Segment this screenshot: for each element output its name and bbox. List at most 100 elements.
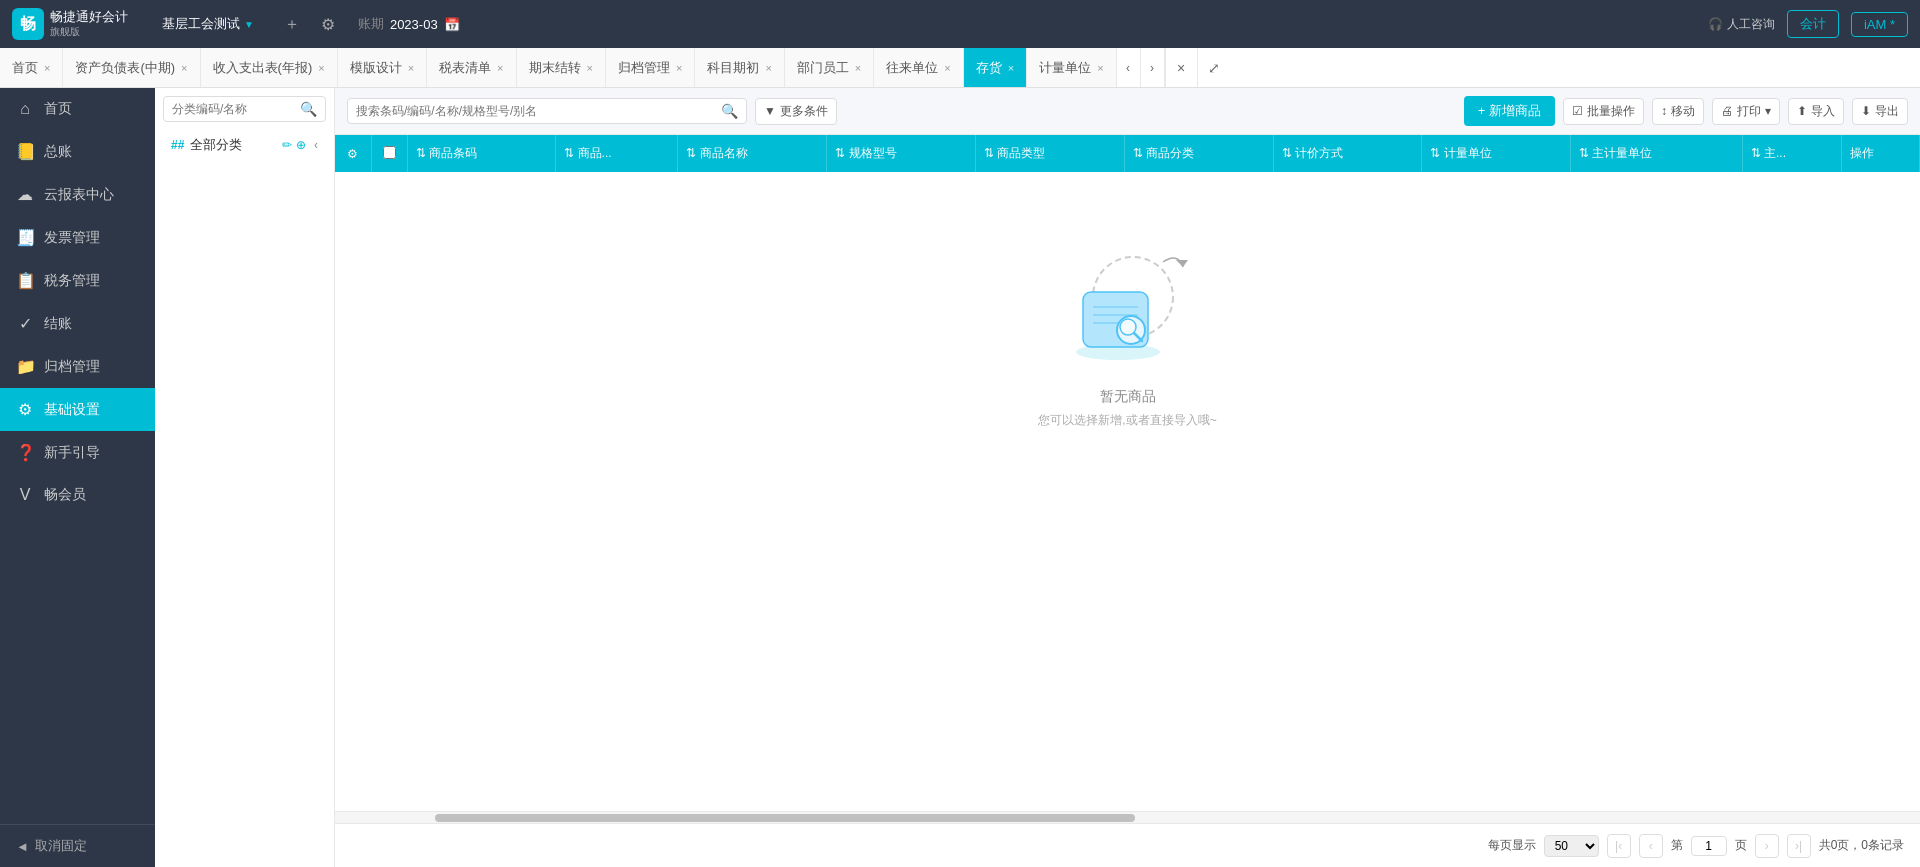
iam-label: iAM * [1864, 17, 1895, 32]
tab-expand-button[interactable]: ⤢ [1198, 48, 1230, 88]
col-action-label: 操作 [1850, 146, 1874, 160]
tab-home-close-icon[interactable]: × [44, 62, 50, 74]
tab-scroll-right-button[interactable]: › [1141, 48, 1165, 88]
tab-unit-close-icon[interactable]: × [1097, 62, 1103, 74]
sidebar-item-tax[interactable]: 📋 税务管理 [0, 259, 155, 302]
tab-home[interactable]: 首页 × [0, 48, 63, 88]
tab-subject-close-icon[interactable]: × [765, 62, 771, 74]
export-button[interactable]: ⬇ 导出 [1852, 98, 1908, 125]
company-selector[interactable]: 基层工会测试 ▼ [154, 11, 262, 37]
pricing-sort-icon: ⇅ [1282, 146, 1292, 160]
member-icon: V [16, 486, 34, 504]
tab-template[interactable]: 模版设计 × [338, 48, 427, 88]
col-settings-header[interactable]: ⚙ [335, 135, 371, 172]
sidebar-item-member[interactable]: V 畅会员 [0, 474, 155, 516]
next-page-button[interactable]: › [1755, 834, 1779, 858]
prev-page-button[interactable]: ‹ [1639, 834, 1663, 858]
category-edit-icon[interactable]: ✏ [282, 138, 292, 152]
category-search-input[interactable] [172, 102, 296, 116]
move-button[interactable]: ↕ 移动 [1652, 98, 1704, 125]
tab-department-close-icon[interactable]: × [855, 62, 861, 74]
tab-scroll-left-button[interactable]: ‹ [1117, 48, 1141, 88]
per-page-select[interactable]: 50 100 200 [1544, 835, 1599, 857]
customer-service-button[interactable]: 🎧 人工咨询 [1708, 16, 1775, 33]
tab-archive-close-icon[interactable]: × [676, 62, 682, 74]
more-filter-button[interactable]: ▼ 更多条件 [755, 98, 837, 125]
category-collapse-icon[interactable]: ‹ [314, 138, 318, 152]
top-bar: 畅 畅捷通好会计 旗舰版 基层工会测试 ▼ ＋ ⚙ 账期 2023-03 📅 🎧… [0, 0, 1920, 48]
col-barcode-header[interactable]: ⇅ 商品条码 [407, 135, 556, 172]
settings-icon[interactable]: ⚙ [314, 10, 342, 38]
tab-inventory-close-icon[interactable]: × [1008, 62, 1014, 74]
import-button[interactable]: ⬆ 导入 [1788, 98, 1844, 125]
category-sort-icon: ⇅ [1133, 146, 1143, 160]
tab-unit[interactable]: 计量单位 × [1027, 48, 1116, 88]
add-tab-button[interactable]: ＋ [278, 10, 306, 38]
unit-sort-icon: ⇅ [1430, 146, 1440, 160]
tab-taxclear-close-icon[interactable]: × [497, 62, 503, 74]
sidebar-item-home[interactable]: ⌂ 首页 [0, 88, 155, 130]
sidebar-item-ledger[interactable]: 📒 总账 [0, 130, 155, 173]
sidebar-item-guide[interactable]: ❓ 新手引导 [0, 431, 155, 474]
col-type-label: 商品类型 [997, 146, 1045, 160]
unpin-icon: ◄ [16, 839, 29, 854]
batch-operation-button[interactable]: ☑ 批量操作 [1563, 98, 1644, 125]
col-main-unit-header[interactable]: ⇅ 主计量单位 [1571, 135, 1743, 172]
tab-partner-close-icon[interactable]: × [944, 62, 950, 74]
select-all-checkbox[interactable] [383, 146, 396, 159]
col-spec-header[interactable]: ⇅ 规格型号 [827, 135, 976, 172]
tab-balance[interactable]: 资产负债表(中期) × [63, 48, 200, 88]
import-icon: ⬆ [1797, 104, 1807, 118]
headset-icon: 🎧 [1708, 17, 1723, 31]
col-pricing-label: 计价方式 [1295, 146, 1343, 160]
tab-archive[interactable]: 归档管理 × [606, 48, 695, 88]
first-page-button[interactable]: |‹ [1607, 834, 1631, 858]
sidebar-item-reports[interactable]: ☁ 云报表中心 [0, 173, 155, 216]
new-product-button[interactable]: + 新增商品 [1464, 96, 1555, 126]
sidebar-item-archive[interactable]: 📁 归档管理 [0, 345, 155, 388]
sidebar-item-settings[interactable]: ⚙ 基础设置 [0, 388, 155, 431]
tab-periodend[interactable]: 期末结转 × [517, 48, 606, 88]
tab-income[interactable]: 收入支出表(年报) × [201, 48, 338, 88]
period-value: 2023-03 [390, 17, 438, 32]
tab-close-all-button[interactable]: × [1166, 48, 1198, 88]
top-right: 🎧 人工咨询 会计 iAM * [1708, 10, 1908, 38]
page-number-input[interactable] [1691, 836, 1727, 856]
col-pricing-header[interactable]: ⇅ 计价方式 [1273, 135, 1422, 172]
horizontal-scrollbar[interactable] [335, 811, 1920, 823]
col-type-header[interactable]: ⇅ 商品类型 [976, 135, 1125, 172]
col-unit-header[interactable]: ⇅ 计量单位 [1422, 135, 1571, 172]
name-sort-icon: ⇅ [686, 146, 696, 160]
col-category-header[interactable]: ⇅ 商品分类 [1124, 135, 1273, 172]
product-search-input[interactable] [356, 104, 717, 118]
tab-department[interactable]: 部门员工 × [785, 48, 874, 88]
col-code-header[interactable]: ⇅ 商品... [556, 135, 678, 172]
product-search-icon[interactable]: 🔍 [721, 103, 738, 119]
tab-subject[interactable]: 科目期初 × [695, 48, 784, 88]
tab-inventory[interactable]: 存货 × [964, 48, 1027, 88]
sidebar-item-close[interactable]: ✓ 结账 [0, 302, 155, 345]
category-add-icon[interactable]: ⊕ [296, 138, 306, 152]
category-all-item[interactable]: ## 全部分类 ✏ ⊕ ‹ [163, 130, 326, 160]
tab-taxclear[interactable]: 税表清单 × [427, 48, 516, 88]
tab-bar: 首页 × 资产负债表(中期) × 收入支出表(年报) × 模版设计 × 税表清单… [0, 48, 1920, 88]
sidebar-item-invoice[interactable]: 🧾 发票管理 [0, 216, 155, 259]
account-button[interactable]: 会计 [1787, 10, 1839, 38]
sidebar-unpin-button[interactable]: ◄ 取消固定 [0, 824, 155, 867]
col-name-header[interactable]: ⇅ 商品名称 [678, 135, 827, 172]
tab-balance-close-icon[interactable]: × [181, 62, 187, 74]
move-label: 移动 [1671, 103, 1695, 120]
scrollbar-thumb[interactable] [435, 814, 1135, 822]
last-page-button[interactable]: ›| [1787, 834, 1811, 858]
calendar-icon[interactable]: 📅 [444, 17, 460, 32]
col-extra-header[interactable]: ⇅ 主... [1742, 135, 1841, 172]
tab-periodend-close-icon[interactable]: × [587, 62, 593, 74]
iam-button[interactable]: iAM * [1851, 12, 1908, 37]
tab-template-close-icon[interactable]: × [408, 62, 414, 74]
category-search-icon[interactable]: 🔍 [300, 101, 317, 117]
tab-income-close-icon[interactable]: × [318, 62, 324, 74]
barcode-sort-icon: ⇅ [416, 146, 426, 160]
tab-partner[interactable]: 往来单位 × [874, 48, 963, 88]
col-checkbox-header[interactable] [371, 135, 407, 172]
print-button[interactable]: 🖨 打印 ▾ [1712, 98, 1780, 125]
